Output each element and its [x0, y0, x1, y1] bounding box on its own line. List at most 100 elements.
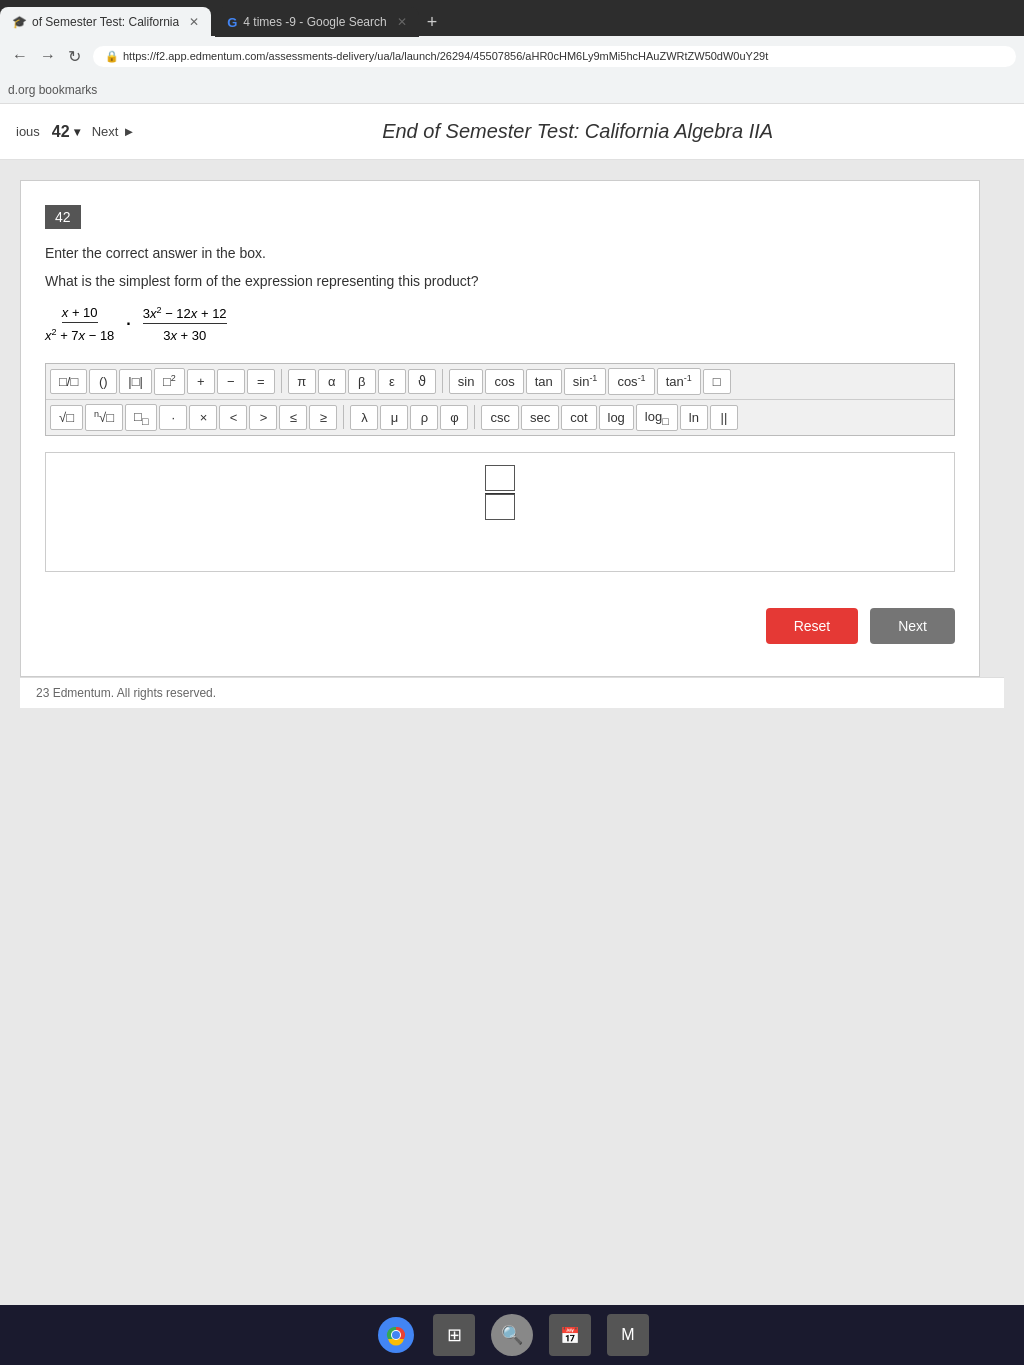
kb-rho[interactable]: ρ: [410, 405, 438, 430]
forward-button[interactable]: →: [36, 45, 60, 67]
kb-nthroot[interactable]: n√□: [85, 404, 123, 430]
kb-theta[interactable]: ϑ: [408, 369, 436, 394]
refresh-button[interactable]: ↻: [64, 45, 85, 68]
frac1-denominator: x2 + 7x − 18: [45, 325, 114, 343]
kb-abs-value[interactable]: |□|: [119, 369, 152, 394]
kb-lambda[interactable]: λ: [350, 405, 378, 430]
keyboard-row-2: √□ n√□ □□ · × < > ≤ ≥ λ μ ρ φ csc sec co…: [46, 400, 954, 436]
answer-denominator: [485, 494, 515, 520]
nav-buttons: ← → ↻: [8, 45, 85, 68]
tab-semester-test[interactable]: 🎓 of Semester Test: California ✕: [0, 7, 211, 37]
gmail-icon: M: [621, 1326, 634, 1344]
browser-chrome: 🎓 of Semester Test: California ✕ G 4 tim…: [0, 0, 1024, 104]
kb-separator-3: [343, 405, 344, 429]
kb-fraction[interactable]: □/□: [50, 369, 87, 394]
calendar-taskbar-icon[interactable]: 📅: [549, 1314, 591, 1356]
gmail-taskbar-icon[interactable]: M: [607, 1314, 649, 1356]
answer-denominator-box[interactable]: [485, 494, 515, 520]
kb-plus[interactable]: +: [187, 369, 215, 394]
kb-sin[interactable]: sin: [449, 369, 484, 394]
kb-cos[interactable]: cos: [485, 369, 523, 394]
kb-leq[interactable]: ≤: [279, 405, 307, 430]
footer: 23 Edmentum. All rights reserved.: [20, 677, 1004, 708]
bookmarks-text: d.org bookmarks: [8, 83, 97, 97]
kb-arccos[interactable]: cos-1: [608, 368, 654, 394]
kb-times[interactable]: ×: [189, 405, 217, 430]
math-keyboard: □/□ () |□| □2 + − = π α β ε ϑ sin cos ta…: [45, 363, 955, 436]
kb-arcsin[interactable]: sin-1: [564, 368, 607, 394]
footer-text: 23 Edmentum. All rights reserved.: [36, 686, 216, 700]
tab-google[interactable]: G 4 times -9 - Google Search ✕: [215, 7, 419, 37]
search-taskbar-icon[interactable]: 🔍: [491, 1314, 533, 1356]
kb-geq[interactable]: ≥: [309, 405, 337, 430]
page-title: End of Semester Test: California Algebra…: [147, 120, 1008, 143]
kb-tan[interactable]: tan: [526, 369, 562, 394]
kb-equals[interactable]: =: [247, 369, 275, 394]
kb-gt[interactable]: >: [249, 405, 277, 430]
question-number-badge: 42: [45, 205, 81, 229]
answer-numerator: [485, 465, 515, 494]
kb-beta[interactable]: β: [348, 369, 376, 394]
chrome-taskbar-icon[interactable]: [375, 1314, 417, 1356]
url-text: https://f2.app.edmentum.com/assessments-…: [123, 50, 768, 62]
kb-ln[interactable]: ln: [680, 405, 708, 430]
kb-pi[interactable]: π: [288, 369, 316, 394]
tab-title-2: 4 times -9 - Google Search: [243, 15, 386, 29]
kb-arctan[interactable]: tan-1: [657, 368, 701, 394]
answer-area[interactable]: [45, 452, 955, 572]
frac1-numerator: x + 10: [62, 305, 98, 323]
files-taskbar-icon[interactable]: ⊞: [433, 1314, 475, 1356]
kb-dot[interactable]: ·: [159, 405, 187, 430]
tab-title-1: of Semester Test: California: [32, 15, 179, 29]
kb-separator-1: [281, 369, 282, 393]
kb-mu[interactable]: μ: [380, 405, 408, 430]
action-buttons: Reset Next: [45, 592, 955, 652]
back-button[interactable]: ←: [8, 45, 32, 67]
kb-separator-2: [442, 369, 443, 393]
svg-point-2: [392, 1331, 400, 1339]
next-header-button[interactable]: Next ►: [92, 124, 136, 139]
lock-icon: 🔒: [105, 50, 119, 63]
kb-square-1[interactable]: □: [703, 369, 731, 394]
kb-parentheses[interactable]: (): [89, 369, 117, 394]
address-bar: ← → ↻ 🔒 https://f2.app.edmentum.com/asse…: [0, 36, 1024, 76]
expression-container: x + 10 x2 + 7x − 18 · 3x2 − 12x + 12 3x …: [45, 305, 955, 343]
next-label: Next: [92, 124, 119, 139]
previous-button[interactable]: ious: [16, 124, 40, 139]
fraction-1: x + 10 x2 + 7x − 18: [45, 305, 114, 343]
kb-sec[interactable]: sec: [521, 405, 559, 430]
question-card: 42 Enter the correct answer in the box. …: [20, 180, 980, 677]
kb-csc[interactable]: csc: [481, 405, 519, 430]
chrome-svg-icon: [378, 1317, 414, 1353]
kb-phi[interactable]: φ: [440, 405, 468, 430]
tab-close-1[interactable]: ✕: [189, 15, 199, 29]
files-icon: ⊞: [447, 1324, 462, 1346]
kb-subscript[interactable]: □□: [125, 404, 157, 432]
kb-log[interactable]: log: [599, 405, 634, 430]
tab-close-2[interactable]: ✕: [397, 15, 407, 29]
kb-norm[interactable]: ||: [710, 405, 738, 430]
question-instruction: Enter the correct answer in the box.: [45, 245, 955, 261]
kb-cot[interactable]: cot: [561, 405, 596, 430]
answer-fraction: [58, 465, 942, 520]
kb-sqrt[interactable]: √□: [50, 405, 83, 430]
url-box[interactable]: 🔒 https://f2.app.edmentum.com/assessment…: [93, 46, 1016, 67]
tab-favicon: 🎓: [12, 15, 26, 29]
reset-button[interactable]: Reset: [766, 608, 859, 644]
calendar-icon: 📅: [560, 1326, 580, 1345]
kb-minus[interactable]: −: [217, 369, 245, 394]
frac2-denominator: 3x + 30: [163, 326, 206, 343]
kb-alpha[interactable]: α: [318, 369, 346, 394]
kb-superscript[interactable]: □2: [154, 368, 185, 394]
next-button[interactable]: Next: [870, 608, 955, 644]
frac2-numerator: 3x2 − 12x + 12: [143, 305, 227, 324]
kb-logbase[interactable]: log□: [636, 404, 678, 432]
kb-epsilon[interactable]: ε: [378, 369, 406, 394]
chevron-down-icon: ▾: [74, 125, 80, 139]
new-tab-button[interactable]: +: [419, 12, 446, 33]
answer-numerator-box[interactable]: [485, 465, 515, 491]
fraction-2: 3x2 − 12x + 12 3x + 30: [143, 305, 227, 343]
question-number-selector[interactable]: 42 ▾: [52, 123, 80, 141]
keyboard-row-1: □/□ () |□| □2 + − = π α β ε ϑ sin cos ta…: [46, 364, 954, 399]
kb-lt[interactable]: <: [219, 405, 247, 430]
